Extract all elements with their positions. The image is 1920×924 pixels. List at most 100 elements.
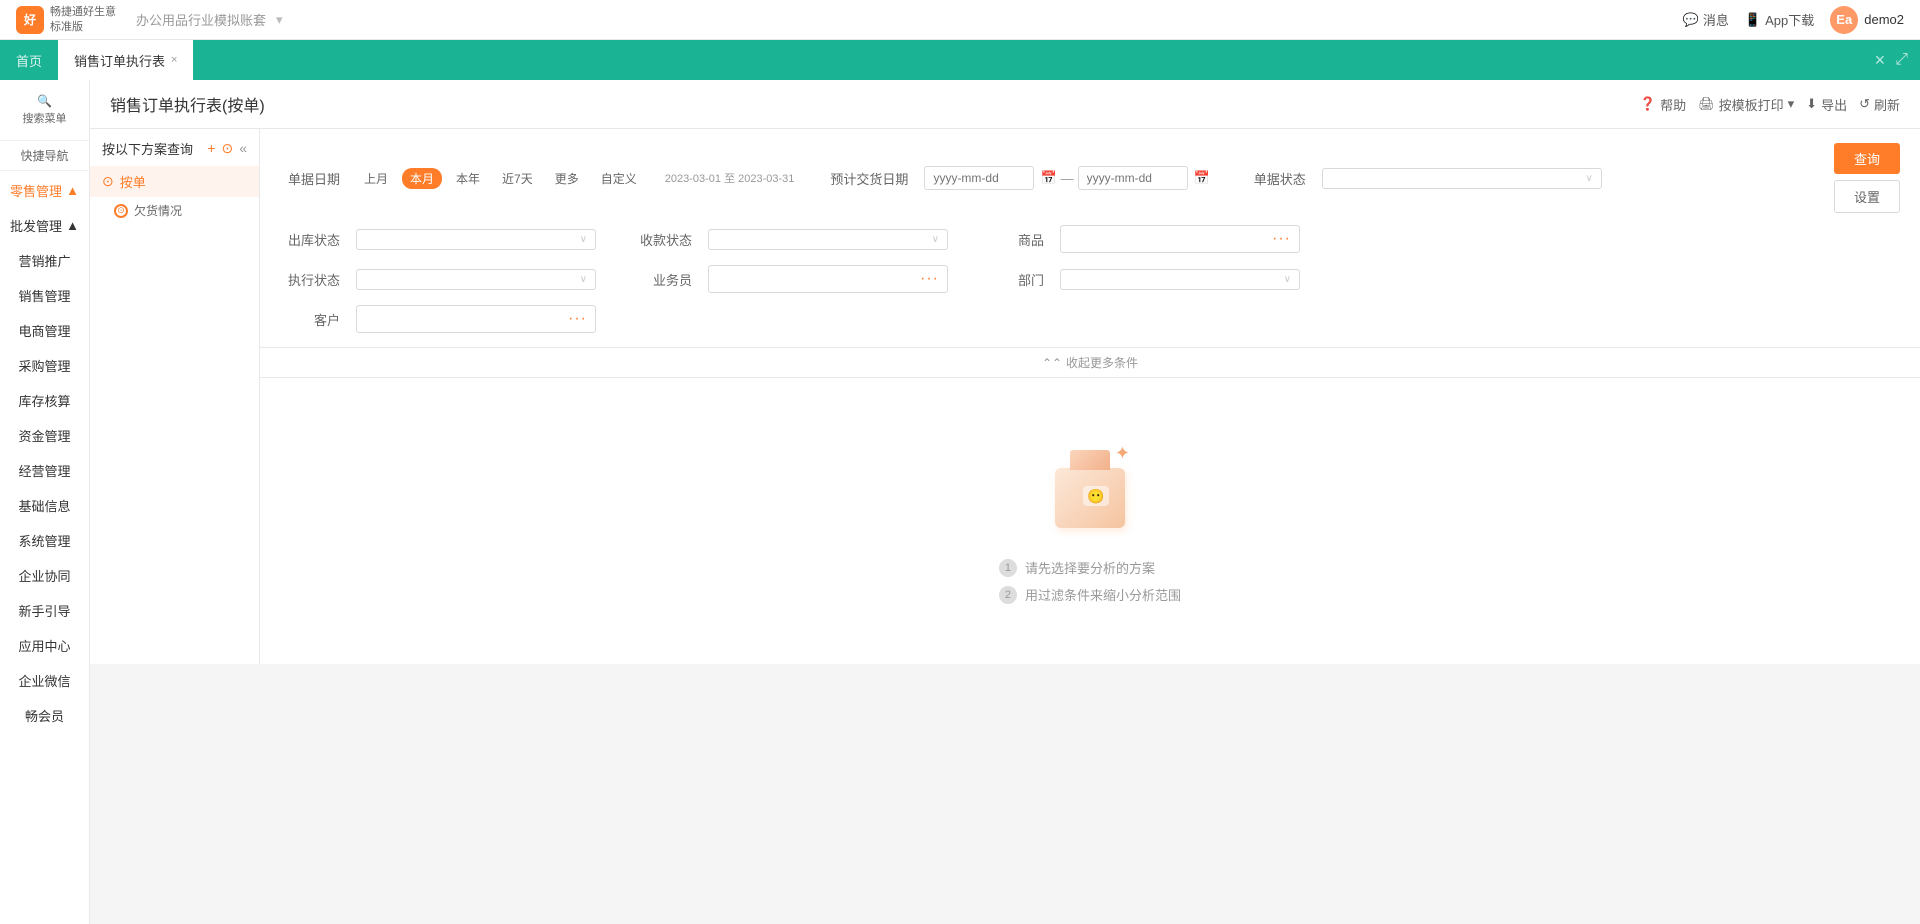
sidebar-item-quick-nav[interactable]: 快捷导航 [0, 141, 89, 171]
sidebar-item-guide[interactable]: 新手引导 [0, 591, 89, 626]
sidebar-item-sales[interactable]: 销售管理 [0, 276, 89, 311]
print-arrow-icon: ▾ [1788, 96, 1795, 112]
salesperson-dots-icon: ··· [920, 270, 939, 288]
sidebar-item-enterprise[interactable]: 企业协同 [0, 556, 89, 591]
date-tab-7days[interactable]: 近7天 [494, 168, 541, 189]
scheme-edit-icon[interactable]: ⊙ [221, 140, 233, 157]
tab-active[interactable]: 销售订单执行表 × [58, 40, 193, 80]
refresh-button[interactable]: ↺ 刷新 [1859, 95, 1900, 114]
exec-status-arrow-icon: ∨ [580, 274, 587, 285]
date-range-separator: — [1061, 171, 1074, 186]
export-button[interactable]: ⬇ 导出 [1806, 95, 1847, 114]
dept-select[interactable]: ∨ [1060, 269, 1300, 290]
collapse-bar[interactable]: ⌃⌃ 收起更多条件 [260, 348, 1920, 378]
page-header-actions: ❓ 帮助 🖨 按模板打印 ▾ ⬇ 导出 ↺ 刷新 [1640, 95, 1900, 114]
top-bar: 好 畅捷通好生意 标准版 办公用品行业模拟账套 ▾ 💬 消息 📱 App下载 E… [0, 0, 1920, 40]
filter-panel: 单据日期 上月 本月 本年 近7天 更多 自定义 2023-03-01 至 20… [260, 129, 1920, 348]
scheme-item-按单[interactable]: ⊙ 按单 [90, 166, 259, 197]
collect-status-select[interactable]: ∨ [708, 229, 948, 250]
sidebar-item-wechat[interactable]: 企业微信 [0, 661, 89, 696]
print-icon: 🖨 [1698, 96, 1715, 112]
top-bar-right: 💬 消息 📱 App下载 Ea demo2 [1683, 6, 1904, 34]
date-tab-more[interactable]: 更多 [547, 168, 587, 189]
print-button[interactable]: 🖨 按模板打印 ▾ [1698, 95, 1794, 114]
tab-home[interactable]: 首页 [0, 40, 58, 80]
search-menu-button[interactable]: 🔍 搜索菜单 [8, 90, 81, 130]
sidebar-item-purchase[interactable]: 采购管理 [0, 346, 89, 381]
sidebar-item-retail[interactable]: 零售管理 ▲ [0, 171, 89, 206]
query-button[interactable]: 查询 [1834, 143, 1900, 174]
logo-text: 畅捷通好生意 标准版 [50, 5, 116, 34]
tab-maximize-icon[interactable]: ⤢ [1895, 51, 1908, 69]
breadcrumb-arrow-icon[interactable]: ▾ [276, 12, 283, 28]
expected-date-start-input[interactable] [924, 166, 1034, 190]
message-icon: 💬 [1683, 12, 1699, 28]
goods-select[interactable]: ··· [1060, 225, 1300, 253]
scheme-collapse-icon[interactable]: « [239, 140, 247, 157]
collect-status-arrow-icon: ∨ [932, 234, 939, 245]
settings-button[interactable]: 设置 [1834, 180, 1900, 213]
chevron-up-icon: ▲ [66, 183, 79, 198]
scheme-panel: 按以下方案查询 + ⊙ « ⊙ 按单 ⊙ 欠货情况 [90, 129, 260, 664]
sidebar-item-finance[interactable]: 资金管理 [0, 416, 89, 451]
scheme-panel-title: 按以下方案查询 [102, 139, 193, 158]
order-status-select[interactable]: ∨ [1322, 168, 1602, 189]
date-tab-last-month[interactable]: 上月 [356, 168, 396, 189]
sidebar-item-appstore[interactable]: 应用中心 [0, 626, 89, 661]
sidebar-item-operations[interactable]: 经营管理 [0, 451, 89, 486]
message-button[interactable]: 💬 消息 [1683, 10, 1729, 29]
salesperson-label: 业务员 [632, 270, 692, 289]
refresh-icon: ↺ [1859, 96, 1870, 112]
filter-row-3: 执行状态 ∨ 业务员 ··· 部门 ∨ [280, 265, 1900, 293]
sidebar-item-vip[interactable]: 畅会员 [0, 696, 89, 731]
goods-dots-icon: ··· [1272, 230, 1291, 248]
customer-select[interactable]: ··· [356, 305, 596, 333]
date-range-hint: 2023-03-01 至 2023-03-31 [665, 170, 795, 186]
scheme-dot-icon: ⊙ [102, 173, 114, 190]
date-tab-custom[interactable]: 自定义 [593, 168, 645, 189]
scheme-panel-icons: + ⊙ « [207, 140, 247, 157]
scheme-add-icon[interactable]: + [207, 140, 215, 157]
date-tab-this-year[interactable]: 本年 [448, 168, 488, 189]
scheme-panel-header: 按以下方案查询 + ⊙ « [90, 139, 259, 166]
inner-layout: 按以下方案查询 + ⊙ « ⊙ 按单 ⊙ 欠货情况 [90, 129, 1920, 664]
exec-status-select[interactable]: ∨ [356, 269, 596, 290]
help-button[interactable]: ❓ 帮助 [1640, 95, 1686, 114]
empty-illustration: ✦ 😶 [1040, 438, 1140, 538]
calendar-start-icon[interactable]: 📅 [1040, 170, 1056, 186]
collect-status-label: 收款状态 [632, 230, 692, 249]
collapse-up-icon: ⌃⌃ [1042, 356, 1062, 370]
calendar-end-icon[interactable]: 📅 [1194, 170, 1210, 186]
mobile-icon: 📱 [1745, 12, 1761, 28]
sidebar-item-marketing[interactable]: 营销推广 [0, 241, 89, 276]
sidebar-item-inventory[interactable]: 库存核算 [0, 381, 89, 416]
sidebar-item-wholesale[interactable]: 批发管理 ▲ [0, 206, 89, 241]
tab-bar: 首页 销售订单执行表 × × ⤢ [0, 40, 1920, 80]
sidebar-item-ecommerce[interactable]: 电商管理 [0, 311, 89, 346]
tip-number-1: 1 [999, 559, 1017, 577]
page-title: 销售订单执行表(按单) [110, 92, 265, 116]
content-area: 销售订单执行表(按单) ❓ 帮助 🖨 按模板打印 ▾ ⬇ 导出 ↺ 刷新 [90, 80, 1920, 924]
dept-arrow-icon: ∨ [1284, 274, 1291, 285]
user-profile[interactable]: Ea demo2 [1830, 6, 1904, 34]
help-icon: ❓ [1640, 96, 1656, 112]
date-tab-this-month[interactable]: 本月 [402, 168, 442, 189]
sidebar-item-system[interactable]: 系统管理 [0, 521, 89, 556]
customer-label: 客户 [280, 310, 340, 329]
expected-date-end-input[interactable] [1078, 166, 1188, 190]
out-status-arrow-icon: ∨ [580, 234, 587, 245]
salesperson-select[interactable]: ··· [708, 265, 948, 293]
empty-state: ✦ 😶 1 请先选择要分析的方案 2 用过滤条件来缩小分析范围 [260, 378, 1920, 664]
collapse-label: 收起更多条件 [1066, 354, 1138, 371]
tab-minimize-icon[interactable]: × [1875, 50, 1886, 71]
tip-text-1: 请先选择要分析的方案 [1025, 558, 1155, 577]
empty-tip-1: 1 请先选择要分析的方案 [999, 558, 1181, 577]
out-status-select[interactable]: ∨ [356, 229, 596, 250]
scheme-subitem-欠货情况[interactable]: ⊙ 欠货情况 [90, 197, 259, 224]
sidebar: 🔍 搜索菜单 快捷导航 零售管理 ▲ 批发管理 ▲ 营销推广 销售管理 电商管理… [0, 80, 90, 924]
tab-close-icon[interactable]: × [171, 54, 177, 66]
query-buttons: 查询 设置 [1834, 143, 1900, 213]
app-download-button[interactable]: 📱 App下载 [1745, 10, 1814, 29]
sidebar-item-basic-info[interactable]: 基础信息 [0, 486, 89, 521]
filter-row-2: 出库状态 ∨ 收款状态 ∨ 商品 ··· [280, 225, 1900, 253]
